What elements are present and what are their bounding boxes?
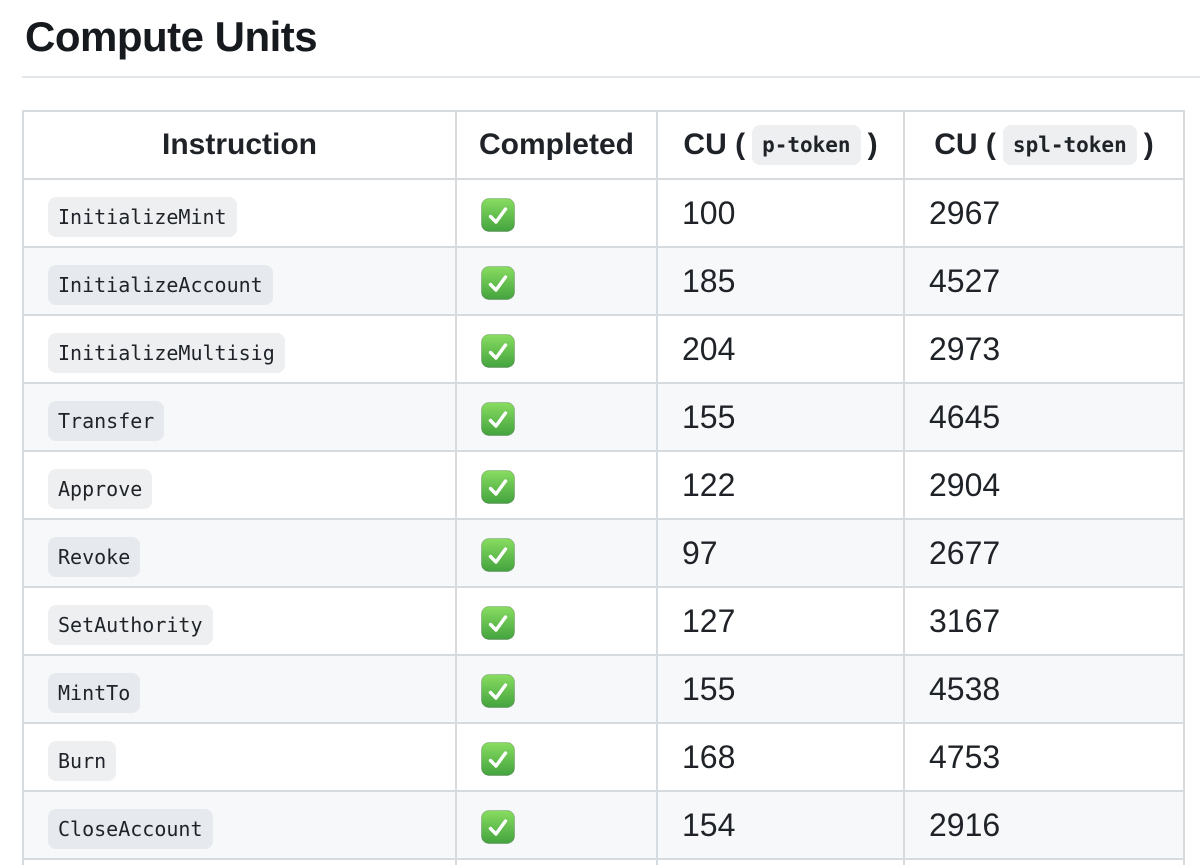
cu-p-token-cell: 127: [657, 587, 904, 655]
instruction-code-badge: CloseAccount: [48, 809, 213, 849]
title-divider: [22, 76, 1200, 78]
instruction-code-badge: Approve: [48, 469, 152, 509]
check-mark-icon: [481, 198, 515, 232]
check-mark-icon: [481, 810, 515, 844]
column-header-cu-p-token: CU (p-token): [657, 111, 904, 179]
table-row: Transfer 155 4645: [23, 383, 1184, 451]
completed-cell: [456, 315, 657, 383]
page-title: Compute Units: [25, 12, 1183, 62]
cu-p-token-cell: 122: [657, 451, 904, 519]
completed-cell: [456, 587, 657, 655]
check-mark-icon: [481, 470, 515, 504]
column-header-label-suffix: ): [1144, 128, 1154, 161]
table-body: InitializeMint 100 2967 Initial: [23, 179, 1184, 865]
instruction-code-badge: InitializeMint: [48, 197, 237, 237]
column-header-label-prefix: CU (: [683, 128, 745, 161]
column-header-label-suffix: ): [868, 128, 878, 161]
instruction-code-badge: MintTo: [48, 673, 140, 713]
completed-cell: [456, 383, 657, 451]
instruction-cell: CloseAccount: [23, 791, 456, 859]
check-mark-icon: [481, 606, 515, 640]
cu-spl-token-cell: 3167: [904, 587, 1184, 655]
completed-cell: [456, 247, 657, 315]
cu-spl-token-cell: 2973: [904, 315, 1184, 383]
column-header-label: Completed: [479, 128, 634, 161]
column-header-label: Instruction: [162, 128, 317, 161]
cu-p-token-cell: 100: [657, 179, 904, 247]
instruction-code-badge: InitializeAccount: [48, 265, 273, 305]
cu-p-token-cell: 168: [657, 723, 904, 791]
compute-units-table: Instruction Completed CU (p-token) CU (s…: [22, 110, 1185, 865]
table-row: CloseAccount 154 2916: [23, 791, 1184, 859]
instruction-cell: Approve: [23, 451, 456, 519]
completed-cell: [456, 179, 657, 247]
instruction-code-badge: Revoke: [48, 537, 140, 577]
completed-cell: [456, 655, 657, 723]
instruction-cell: Transfer: [23, 383, 456, 451]
cu-p-token-cell: 97: [657, 519, 904, 587]
check-mark-icon: [481, 674, 515, 708]
cu-p-token-cell: 204: [657, 315, 904, 383]
check-mark-icon: [481, 742, 515, 776]
table-row-partial: [23, 859, 1184, 865]
cu-p-token-cell: 185: [657, 247, 904, 315]
table-row: InitializeAccount 185 4527: [23, 247, 1184, 315]
cu-spl-token-cell: 4527: [904, 247, 1184, 315]
table-row: Approve 122 2904: [23, 451, 1184, 519]
table-row: MintTo 155 4538: [23, 655, 1184, 723]
instruction-cell: MintTo: [23, 655, 456, 723]
p-token-code-badge: p-token: [752, 125, 861, 165]
instruction-cell: InitializeAccount: [23, 247, 456, 315]
table-row: InitializeMultisig 204 2973: [23, 315, 1184, 383]
instruction-cell: Revoke: [23, 519, 456, 587]
completed-cell: [456, 519, 657, 587]
column-header-cu-spl-token: CU (spl-token): [904, 111, 1184, 179]
cu-spl-token-cell: 2677: [904, 519, 1184, 587]
instruction-cell: Burn: [23, 723, 456, 791]
check-mark-icon: [481, 538, 515, 572]
cu-p-token-cell: 155: [657, 655, 904, 723]
check-mark-icon: [481, 334, 515, 368]
completed-cell: [456, 723, 657, 791]
cu-spl-token-cell: 2904: [904, 451, 1184, 519]
column-header-completed: Completed: [456, 111, 657, 179]
instruction-code-badge: Burn: [48, 741, 116, 781]
table-header-row: Instruction Completed CU (p-token) CU (s…: [23, 111, 1184, 179]
cu-spl-token-cell: 2916: [904, 791, 1184, 859]
cu-spl-token-cell: 4753: [904, 723, 1184, 791]
cu-p-token-cell: 155: [657, 383, 904, 451]
instruction-code-badge: InitializeMultisig: [48, 333, 285, 373]
check-mark-icon: [481, 266, 515, 300]
table-row: SetAuthority 127 3167: [23, 587, 1184, 655]
spl-token-code-badge: spl-token: [1003, 125, 1137, 165]
document-page: Compute Units Instruction Completed CU (…: [0, 12, 1200, 865]
cu-spl-token-cell: 4538: [904, 655, 1184, 723]
instruction-cell: SetAuthority: [23, 587, 456, 655]
column-header-label-prefix: CU (: [934, 128, 996, 161]
table-row: Burn 168 4753: [23, 723, 1184, 791]
table-row: InitializeMint 100 2967: [23, 179, 1184, 247]
instruction-cell: InitializeMint: [23, 179, 456, 247]
cu-spl-token-cell: 2967: [904, 179, 1184, 247]
cu-spl-token-cell: 4645: [904, 383, 1184, 451]
instruction-code-badge: Transfer: [48, 401, 164, 441]
check-mark-icon: [481, 402, 515, 436]
instruction-cell: InitializeMultisig: [23, 315, 456, 383]
column-header-instruction: Instruction: [23, 111, 456, 179]
table-row: Revoke 97 2677: [23, 519, 1184, 587]
instruction-code-badge: SetAuthority: [48, 605, 213, 645]
completed-cell: [456, 451, 657, 519]
completed-cell: [456, 791, 657, 859]
cu-p-token-cell: 154: [657, 791, 904, 859]
